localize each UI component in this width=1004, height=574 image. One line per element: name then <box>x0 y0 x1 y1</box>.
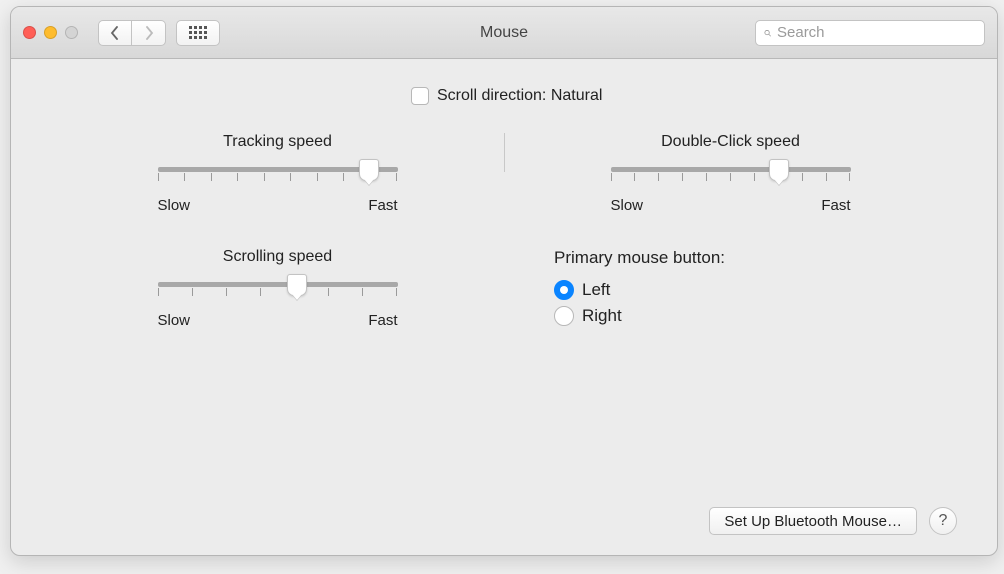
tracking-speed-label: Tracking speed <box>223 133 332 151</box>
slider-track <box>611 167 851 172</box>
scroll-direction-label: Scroll direction: Natural <box>437 87 602 105</box>
slow-label: Slow <box>158 312 191 329</box>
settings-columns: Tracking speed Slow Fast <box>51 133 957 332</box>
scrolling-speed-setting: Scrolling speed Slow Fast <box>91 248 464 329</box>
double-click-speed-setting: Double-Click speed Slow Fast <box>544 133 917 214</box>
help-button[interactable]: ? <box>929 507 957 535</box>
left-label: Left <box>582 280 610 300</box>
slider-track <box>158 282 398 287</box>
close-window-button[interactable] <box>23 26 36 39</box>
maximize-window-button[interactable] <box>65 26 78 39</box>
slider-thumb[interactable] <box>359 159 379 181</box>
scroll-direction-row: Scroll direction: Natural <box>411 87 957 105</box>
tracking-speed-setting: Tracking speed Slow Fast <box>91 133 464 214</box>
fast-label: Fast <box>821 197 850 214</box>
slider-labels: Slow Fast <box>611 197 851 214</box>
tracking-speed-slider[interactable] <box>158 161 398 189</box>
search-box[interactable] <box>755 20 985 46</box>
scrolling-speed-slider[interactable] <box>158 276 398 304</box>
scrolling-speed-label: Scrolling speed <box>223 248 332 266</box>
slider-ticks <box>158 288 398 296</box>
slider-thumb[interactable] <box>769 159 789 181</box>
double-click-speed-slider[interactable] <box>611 161 851 189</box>
search-input[interactable] <box>777 24 976 41</box>
double-click-speed-label: Double-Click speed <box>661 133 800 151</box>
fast-label: Fast <box>368 312 397 329</box>
right-label: Right <box>582 306 622 326</box>
grid-icon <box>189 26 207 39</box>
right-column: Double-Click speed Slow Fast <box>504 133 957 332</box>
setup-bluetooth-mouse-button[interactable]: Set Up Bluetooth Mouse… <box>709 507 917 535</box>
content-area: Scroll direction: Natural Tracking speed <box>11 59 997 555</box>
back-button[interactable] <box>98 20 132 46</box>
radio-left[interactable] <box>554 280 574 300</box>
radio-right[interactable] <box>554 306 574 326</box>
slider-thumb[interactable] <box>287 274 307 296</box>
left-column: Tracking speed Slow Fast <box>51 133 504 332</box>
slider-ticks <box>611 173 851 181</box>
primary-left-option[interactable]: Left <box>554 280 917 300</box>
minimize-window-button[interactable] <box>44 26 57 39</box>
primary-mouse-button-setting: Primary mouse button: Left Right <box>554 248 917 332</box>
chevron-right-icon <box>144 26 154 40</box>
scroll-direction-checkbox[interactable] <box>411 87 429 105</box>
primary-right-option[interactable]: Right <box>554 306 917 326</box>
slow-label: Slow <box>158 197 191 214</box>
chevron-left-icon <box>110 26 120 40</box>
nav-buttons <box>98 20 166 46</box>
toolbar: Mouse <box>11 7 997 59</box>
button-label: Set Up Bluetooth Mouse… <box>724 513 902 530</box>
footer: Set Up Bluetooth Mouse… ? <box>51 487 957 535</box>
slider-labels: Slow Fast <box>158 197 398 214</box>
show-all-prefs-button[interactable] <box>176 20 220 46</box>
vertical-divider <box>504 133 505 172</box>
slow-label: Slow <box>611 197 644 214</box>
preferences-window: Mouse Scroll direction: Natural Tracking… <box>10 6 998 556</box>
primary-mouse-button-label: Primary mouse button: <box>554 248 917 268</box>
search-icon <box>764 26 771 40</box>
slider-labels: Slow Fast <box>158 312 398 329</box>
window-controls <box>23 26 78 39</box>
forward-button[interactable] <box>132 20 166 46</box>
fast-label: Fast <box>368 197 397 214</box>
